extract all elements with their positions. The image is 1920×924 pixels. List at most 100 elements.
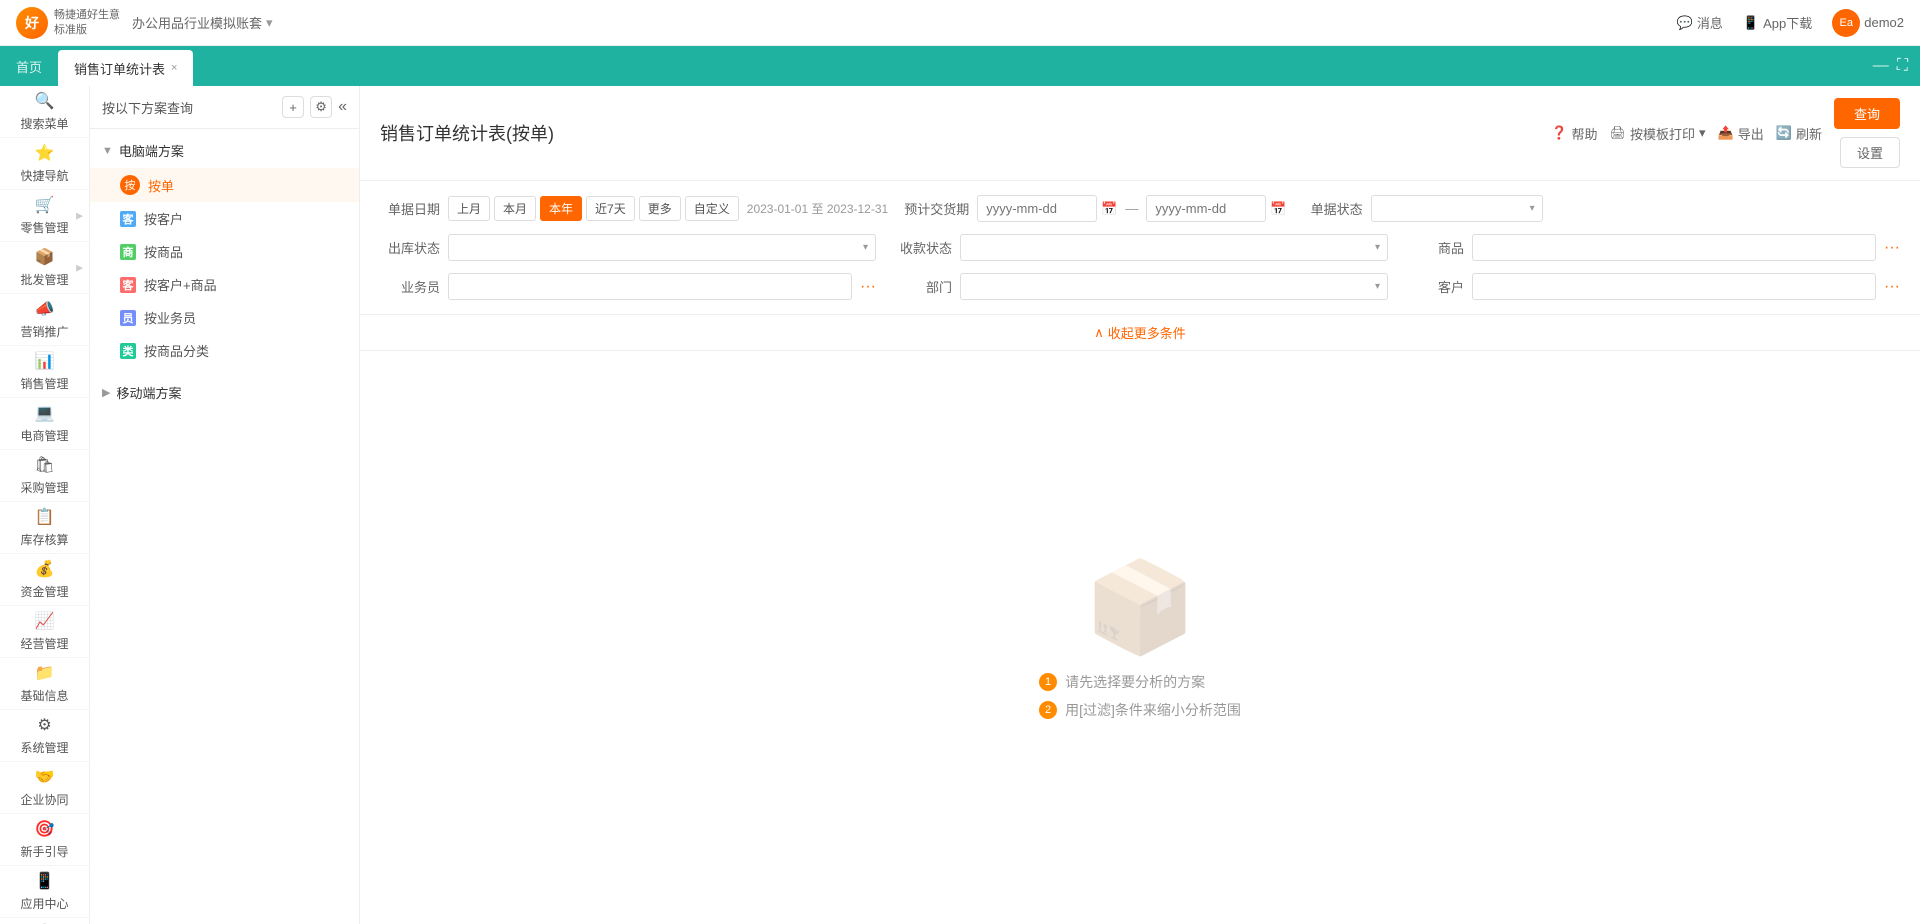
sidebar-search-label: 搜索菜单: [20, 115, 68, 132]
settings-btn[interactable]: 设置: [1840, 137, 1900, 168]
message-btn[interactable]: 💬 消息: [1677, 13, 1723, 32]
tab-minimize-btn[interactable]: —: [1873, 57, 1889, 75]
sidebar-item-marketing[interactable]: 📣 营销推广: [0, 294, 89, 346]
export-btn[interactable]: 📤 导出: [1718, 124, 1764, 143]
download-btn[interactable]: 📱 App下载: [1743, 13, 1812, 32]
operation-icon: 📈: [35, 611, 55, 631]
salesperson-input[interactable]: [448, 273, 852, 300]
solution-item-by-staff[interactable]: 员 按业务员: [90, 301, 359, 334]
page-header: 销售订单统计表(按单) ❓ 帮助 🖨 按模板打印 ▾ 📤 导出: [360, 86, 1920, 181]
delivery-status-select[interactable]: [448, 234, 876, 261]
sidebar-item-app-center[interactable]: 📱 应用中心: [0, 866, 89, 918]
solution-item-by-customer[interactable]: 客 按客户: [90, 202, 359, 235]
hint-num-2: 2: [1039, 701, 1057, 719]
sidebar-item-wholesale[interactable]: 📦 批发管理: [0, 242, 89, 294]
solution-item-by-goods[interactable]: 商 按商品: [90, 235, 359, 268]
top-title-arrow[interactable]: ▾: [266, 15, 273, 31]
empty-hint-2-text: 用[过滤]条件来缩小分析范围: [1065, 700, 1241, 720]
sidebar-enterprise-label: 企业协同: [20, 791, 68, 808]
solution-item-by-cg[interactable]: 客 按客户+商品: [90, 268, 359, 301]
last7days-btn[interactable]: 近7天: [586, 196, 635, 221]
sidebar-item-system[interactable]: ⚙ 系统管理: [0, 710, 89, 762]
sidebar-quick-nav-label: 快捷导航: [20, 167, 68, 184]
sidebar-item-enterprise[interactable]: 🤝 企业协同: [0, 762, 89, 814]
sidebar-item-sales[interactable]: 📊 销售管理: [0, 346, 89, 398]
sidebar-purchase-label: 采购管理: [20, 479, 68, 496]
tab-close-btn[interactable]: ×: [171, 62, 177, 74]
sidebar-item-quick-nav[interactable]: ⭐ 快捷导航: [0, 138, 89, 190]
filter-row-3: 业务员 ··· 部门 ▾ 客户: [380, 273, 1900, 300]
bill-date-label: 单据日期: [380, 199, 440, 218]
sidebar-item-wx[interactable]: 💬 企业微信: [0, 918, 89, 924]
sidebar-marketing-label: 营销推广: [20, 323, 68, 340]
tab-home[interactable]: 首页: [0, 46, 58, 86]
expected-date-end-input[interactable]: [1146, 195, 1266, 222]
expected-date-start-group: 📅: [977, 195, 1117, 222]
goods-dots-btn[interactable]: ···: [1884, 239, 1900, 257]
customer-input[interactable]: [1472, 273, 1876, 300]
this-year-btn[interactable]: 本年: [540, 196, 582, 221]
logo-text: 畅捷通好生意 标准版: [54, 8, 120, 37]
sales-icon: 📊: [35, 351, 55, 371]
calendar-end-icon[interactable]: 📅: [1270, 201, 1286, 217]
sidebar-item-purchase[interactable]: 🛍 采购管理: [0, 450, 89, 502]
collapse-filter-area: ∧ 收起更多条件: [360, 315, 1920, 351]
delivery-select-wrap: ▾: [448, 234, 876, 261]
payment-status-select[interactable]: [960, 234, 1388, 261]
solution-group-pc[interactable]: ▼ 电脑端方案: [90, 133, 359, 168]
user-area[interactable]: Ea demo2: [1832, 9, 1904, 37]
category-scheme-icon: 类: [120, 343, 136, 359]
sidebar-sales-label: 销售管理: [20, 375, 68, 392]
expected-date-start-input[interactable]: [977, 195, 1097, 222]
solution-item-by-order[interactable]: 按 按单: [90, 168, 359, 202]
filter-bill-status-cell: 单据状态 ▾: [1303, 195, 1543, 222]
active-dot-icon: 按: [120, 175, 140, 195]
query-btn[interactable]: 查询: [1834, 98, 1900, 129]
sidebar-item-search[interactable]: 🔍 搜索菜单: [0, 86, 89, 138]
help-btn[interactable]: ❓ 帮助: [1551, 124, 1597, 143]
more-btn[interactable]: 更多: [639, 196, 681, 221]
goods-input[interactable]: [1472, 234, 1876, 261]
tab-bar-actions: — ⛶: [1873, 57, 1920, 75]
sidebar-item-inventory[interactable]: 📋 库存核算: [0, 502, 89, 554]
filter-delivery-cell: 出库状态 ▾: [380, 234, 876, 261]
this-month-btn[interactable]: 本月: [494, 196, 536, 221]
print-arrow: ▾: [1699, 125, 1706, 141]
settings-scheme-btn[interactable]: ⚙: [310, 96, 332, 118]
bill-status-select[interactable]: [1371, 195, 1543, 222]
top-title: 办公用品行业模拟账套 ▾: [132, 13, 273, 32]
add-scheme-btn[interactable]: +: [282, 96, 304, 118]
last-month-btn[interactable]: 上月: [448, 196, 490, 221]
cg-scheme-icon: 客: [120, 277, 136, 293]
sidebar-item-operation[interactable]: 📈 经营管理: [0, 606, 89, 658]
solution-item-by-customer-label: 按客户: [144, 209, 183, 228]
refresh-btn[interactable]: 🔄 刷新: [1776, 124, 1822, 143]
tab-expand-btn[interactable]: ⛶: [1897, 57, 1908, 75]
sidebar-item-finance[interactable]: 💰 资金管理: [0, 554, 89, 606]
export-icon: 📤: [1718, 125, 1734, 141]
page-actions: ❓ 帮助 🖨 按模板打印 ▾ 📤 导出 🔄 刷新: [1551, 98, 1900, 168]
empty-hint-2: 2 用[过滤]条件来缩小分析范围: [1039, 700, 1241, 720]
calendar-start-icon[interactable]: 📅: [1101, 201, 1117, 217]
expected-date-label: 预计交货期: [904, 199, 969, 218]
salesperson-dots-btn[interactable]: ···: [860, 278, 876, 296]
sidebar-item-base[interactable]: 📁 基础信息: [0, 658, 89, 710]
collapse-panel-btn[interactable]: «: [338, 98, 347, 116]
sidebar-item-ecommerce[interactable]: 💻 电商管理: [0, 398, 89, 450]
sidebar-item-retail[interactable]: 🛒 零售管理: [0, 190, 89, 242]
custom-btn[interactable]: 自定义: [685, 196, 739, 221]
message-icon: 💬: [1677, 15, 1693, 31]
customer-dots-btn[interactable]: ···: [1884, 278, 1900, 296]
filter-salesperson-cell: 业务员 ···: [380, 273, 876, 300]
tab-sales-order[interactable]: 销售订单统计表 ×: [58, 50, 193, 86]
solution-group-mobile[interactable]: ▶ 移动端方案: [90, 375, 359, 410]
sidebar-operation-label: 经营管理: [20, 635, 68, 652]
solution-item-by-category[interactable]: 类 按商品分类: [90, 334, 359, 367]
empty-hint-1: 1 请先选择要分析的方案: [1039, 672, 1241, 692]
print-btn[interactable]: 🖨 按模板打印 ▾: [1610, 124, 1706, 143]
sidebar-item-newbie[interactable]: 🎯 新手引导: [0, 814, 89, 866]
empty-illustration: 📦: [1084, 555, 1196, 660]
department-select[interactable]: [960, 273, 1388, 300]
collapse-filter-btn[interactable]: ∧ 收起更多条件: [1094, 323, 1186, 342]
sidebar-inventory-label: 库存核算: [20, 531, 68, 548]
